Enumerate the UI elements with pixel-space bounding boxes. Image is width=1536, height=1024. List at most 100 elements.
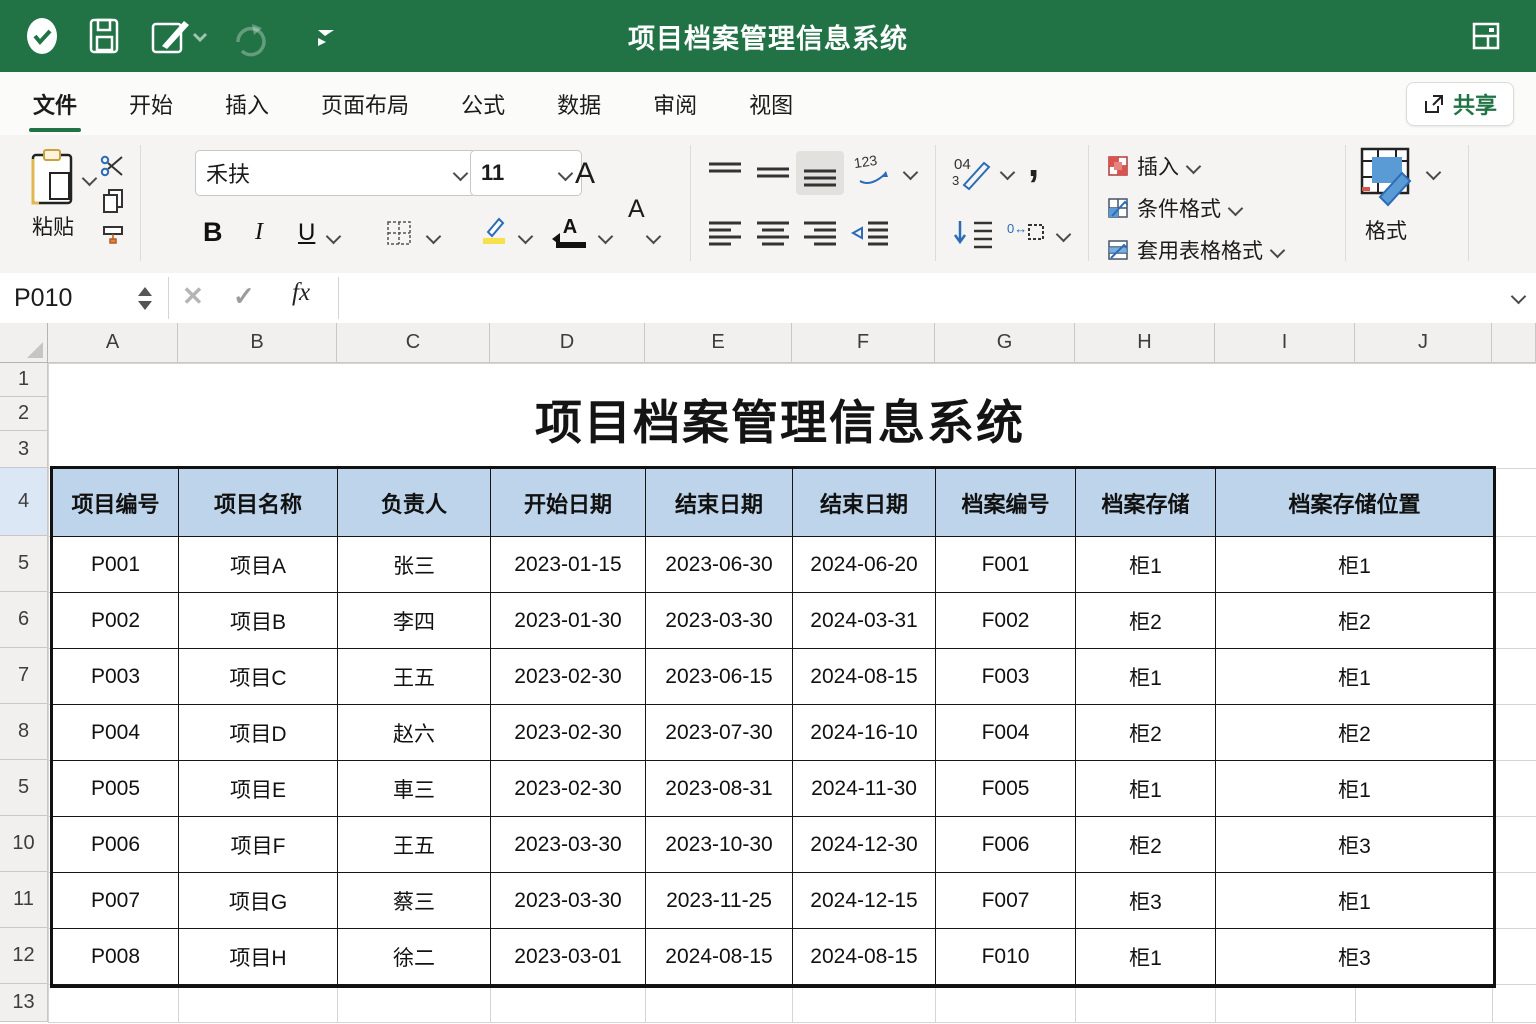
column-header[interactable]: J bbox=[1355, 323, 1492, 363]
table-cell[interactable]: 2023-08-31 bbox=[646, 761, 793, 817]
row-header[interactable]: 11 bbox=[0, 872, 48, 928]
table-cell[interactable]: 2024-08-15 bbox=[793, 929, 936, 985]
table-cell[interactable]: 2024-08-15 bbox=[793, 649, 936, 705]
table-cell[interactable]: F007 bbox=[936, 873, 1076, 929]
row-header[interactable]: 5 bbox=[0, 760, 48, 816]
table-cell[interactable]: 2023-01-15 bbox=[491, 537, 646, 593]
table-cell[interactable]: 2023-10-30 bbox=[646, 817, 793, 873]
row-header[interactable]: 4 bbox=[0, 468, 48, 536]
select-all-corner[interactable] bbox=[0, 323, 48, 363]
table-cell[interactable]: 柜2 bbox=[1076, 705, 1216, 761]
table-header-cell[interactable]: 档案编号 bbox=[936, 469, 1076, 537]
table-cell[interactable]: 徐二 bbox=[338, 929, 491, 985]
table-cell[interactable]: F004 bbox=[936, 705, 1076, 761]
table-cell[interactable]: 柜1 bbox=[1076, 929, 1216, 985]
table-cell[interactable]: 张三 bbox=[338, 537, 491, 593]
table-cell[interactable]: F003 bbox=[936, 649, 1076, 705]
column-header[interactable]: B bbox=[178, 323, 337, 363]
table-cell[interactable]: 柜1 bbox=[1216, 537, 1493, 593]
table-cell[interactable]: 项目G bbox=[179, 873, 338, 929]
table-header-cell[interactable]: 结束日期 bbox=[793, 469, 936, 537]
column-header[interactable]: I bbox=[1215, 323, 1355, 363]
table-cell[interactable]: 柜1 bbox=[1216, 873, 1493, 929]
table-cell[interactable]: F001 bbox=[936, 537, 1076, 593]
table-cell[interactable]: 柜2 bbox=[1216, 593, 1493, 649]
row-header[interactable]: 3 bbox=[0, 431, 48, 468]
table-cell[interactable]: 2023-01-30 bbox=[491, 593, 646, 649]
table-cell[interactable]: 项目D bbox=[179, 705, 338, 761]
table-cell[interactable]: 2024-12-30 bbox=[793, 817, 936, 873]
table-cell[interactable]: 柜1 bbox=[1076, 649, 1216, 705]
column-header[interactable]: E bbox=[645, 323, 792, 363]
table-cell[interactable]: 项目E bbox=[179, 761, 338, 817]
table-cell[interactable]: 李四 bbox=[338, 593, 491, 649]
table-header-cell[interactable]: 档案存储位置 bbox=[1216, 469, 1493, 537]
table-cell[interactable]: 项目F bbox=[179, 817, 338, 873]
table-cell[interactable]: 2024-06-20 bbox=[793, 537, 936, 593]
table-cell[interactable]: 王五 bbox=[338, 649, 491, 705]
table-cell[interactable]: 2024-16-10 bbox=[793, 705, 936, 761]
table-cell[interactable]: P002 bbox=[53, 593, 179, 649]
table-cell[interactable]: 柜2 bbox=[1076, 817, 1216, 873]
table-header-cell[interactable]: 项目名称 bbox=[179, 469, 338, 537]
table-cell[interactable]: 2023-06-30 bbox=[646, 537, 793, 593]
table-cell[interactable]: 柜3 bbox=[1216, 817, 1493, 873]
table-cell[interactable]: 2023-03-01 bbox=[491, 929, 646, 985]
table-cell[interactable]: 项目C bbox=[179, 649, 338, 705]
table-cell[interactable]: 2023-02-30 bbox=[491, 649, 646, 705]
table-cell[interactable]: P001 bbox=[53, 537, 179, 593]
table-cell[interactable]: 赵六 bbox=[338, 705, 491, 761]
table-cell[interactable]: 柜1 bbox=[1076, 761, 1216, 817]
row-header[interactable]: 6 bbox=[0, 592, 48, 648]
table-cell[interactable]: 2023-03-30 bbox=[491, 817, 646, 873]
row-header[interactable]: 13 bbox=[0, 984, 48, 1022]
row-header[interactable]: 8 bbox=[0, 704, 48, 760]
table-cell[interactable]: 車三 bbox=[338, 761, 491, 817]
table-header-cell[interactable]: 结束日期 bbox=[646, 469, 793, 537]
table-cell[interactable]: 2023-03-30 bbox=[646, 593, 793, 649]
table-cell[interactable]: 柜1 bbox=[1216, 649, 1493, 705]
table-cell[interactable]: 柜1 bbox=[1076, 537, 1216, 593]
row-header[interactable]: 1 bbox=[0, 363, 48, 397]
table-cell[interactable]: F005 bbox=[936, 761, 1076, 817]
row-header[interactable]: 10 bbox=[0, 816, 48, 872]
column-header[interactable]: H bbox=[1075, 323, 1215, 363]
table-cell[interactable]: F006 bbox=[936, 817, 1076, 873]
table-cell[interactable]: F002 bbox=[936, 593, 1076, 649]
table-header-cell[interactable]: 档案存储 bbox=[1076, 469, 1216, 537]
table-cell[interactable]: P004 bbox=[53, 705, 179, 761]
table-cell[interactable]: 2024-08-15 bbox=[646, 929, 793, 985]
column-header[interactable]: G bbox=[935, 323, 1075, 363]
table-cell[interactable]: 2024-11-30 bbox=[793, 761, 936, 817]
table-cell[interactable]: P006 bbox=[53, 817, 179, 873]
table-cell[interactable]: 2023-11-25 bbox=[646, 873, 793, 929]
table-cell[interactable]: 2024-12-15 bbox=[793, 873, 936, 929]
table-cell[interactable]: 2023-02-30 bbox=[491, 761, 646, 817]
table-cell[interactable]: 柜3 bbox=[1076, 873, 1216, 929]
table-header-cell[interactable]: 开始日期 bbox=[491, 469, 646, 537]
table-cell[interactable]: P007 bbox=[53, 873, 179, 929]
table-cell[interactable]: P008 bbox=[53, 929, 179, 985]
row-header[interactable]: 5 bbox=[0, 536, 48, 592]
table-header-cell[interactable]: 负责人 bbox=[338, 469, 491, 537]
table-cell[interactable]: F010 bbox=[936, 929, 1076, 985]
table-cell[interactable]: 柜1 bbox=[1216, 761, 1493, 817]
table-header-cell[interactable]: 项目编号 bbox=[53, 469, 179, 537]
column-header[interactable]: D bbox=[490, 323, 645, 363]
table-cell[interactable]: 柜2 bbox=[1216, 705, 1493, 761]
table-cell[interactable]: 2023-02-30 bbox=[491, 705, 646, 761]
row-header[interactable]: 12 bbox=[0, 928, 48, 984]
table-cell[interactable]: P003 bbox=[53, 649, 179, 705]
table-cell[interactable]: 项目B bbox=[179, 593, 338, 649]
column-header[interactable]: A bbox=[48, 323, 178, 363]
table-cell[interactable]: P005 bbox=[53, 761, 179, 817]
table-cell[interactable]: 项目A bbox=[179, 537, 338, 593]
table-cell[interactable]: 2023-07-30 bbox=[646, 705, 793, 761]
table-cell[interactable]: 柜2 bbox=[1076, 593, 1216, 649]
table-cell[interactable]: 蔡三 bbox=[338, 873, 491, 929]
row-header[interactable]: 2 bbox=[0, 397, 48, 431]
table-cell[interactable]: 2024-03-31 bbox=[793, 593, 936, 649]
column-header[interactable]: C bbox=[337, 323, 490, 363]
column-header[interactable] bbox=[1492, 323, 1536, 363]
table-cell[interactable]: 柜3 bbox=[1216, 929, 1493, 985]
